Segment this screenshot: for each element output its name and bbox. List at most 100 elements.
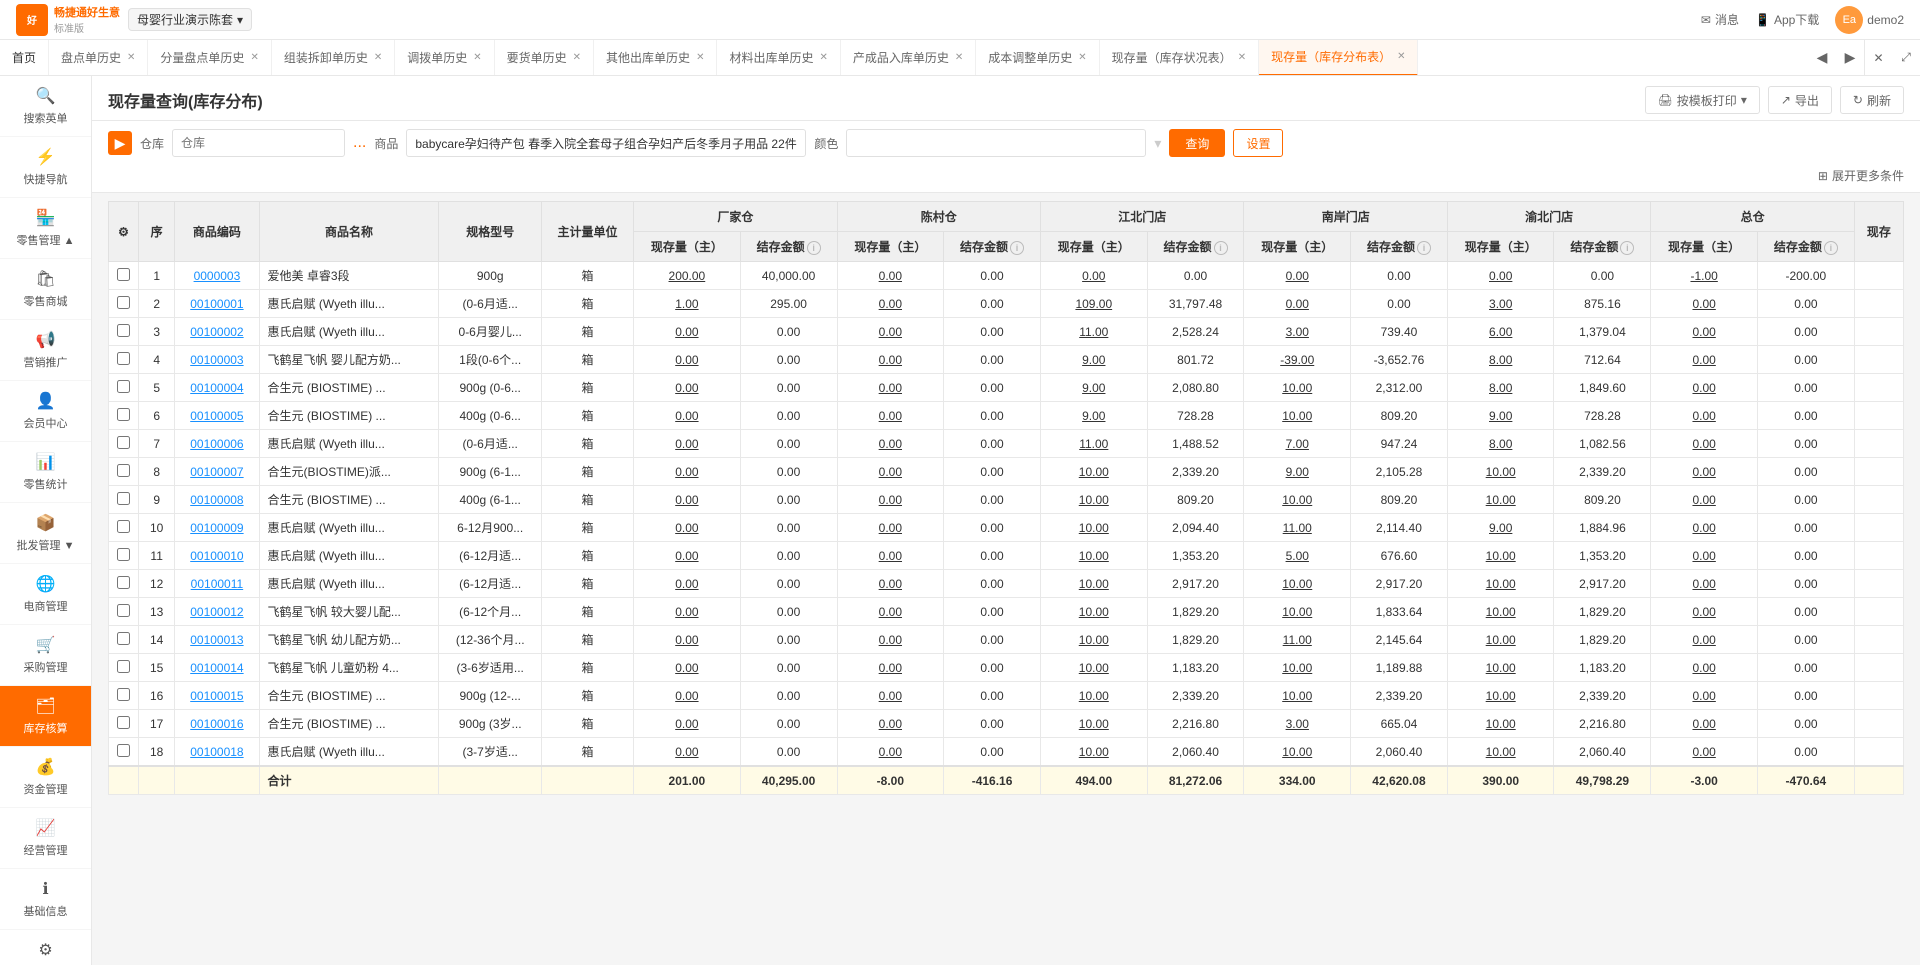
app-download-btn[interactable]: 📱 App下载 bbox=[1755, 11, 1819, 28]
sidebar-item-marketing[interactable]: 📢 营销推广 bbox=[0, 320, 91, 381]
cell-f-stock[interactable]: 1.00 bbox=[634, 290, 741, 318]
nav-prev-btn[interactable]: ◀ bbox=[1808, 40, 1836, 76]
info-icon[interactable]: i bbox=[1824, 241, 1838, 255]
cell-select[interactable] bbox=[109, 570, 139, 598]
cell-t-stock[interactable]: 0.00 bbox=[1651, 654, 1758, 682]
row-checkbox[interactable] bbox=[117, 744, 130, 757]
cell-yb-stock[interactable]: 8.00 bbox=[1447, 430, 1554, 458]
goods-input[interactable] bbox=[406, 129, 806, 157]
row-checkbox[interactable] bbox=[117, 268, 130, 281]
cell-select[interactable] bbox=[109, 290, 139, 318]
export-btn[interactable]: ↗ 导出 bbox=[1768, 86, 1832, 114]
cell-na-stock[interactable]: 5.00 bbox=[1244, 542, 1351, 570]
cell-c-stock[interactable]: 0.00 bbox=[837, 346, 944, 374]
tab-finished-in[interactable]: 产成品入库单历史 ✕ bbox=[841, 40, 976, 76]
cell-select[interactable] bbox=[109, 626, 139, 654]
cell-f-stock[interactable]: 0.00 bbox=[634, 430, 741, 458]
cell-jb-stock[interactable]: 10.00 bbox=[1041, 626, 1148, 654]
sidebar-item-wholesale[interactable]: 📦 批发管理 ▼ bbox=[0, 503, 91, 564]
cell-f-stock[interactable]: 200.00 bbox=[634, 262, 741, 290]
row-checkbox[interactable] bbox=[117, 408, 130, 421]
cell-jb-stock[interactable]: 10.00 bbox=[1041, 514, 1148, 542]
cell-jb-stock[interactable]: 10.00 bbox=[1041, 654, 1148, 682]
row-checkbox[interactable] bbox=[117, 296, 130, 309]
cell-code[interactable]: 00100008 bbox=[175, 486, 259, 514]
cell-select[interactable] bbox=[109, 402, 139, 430]
cell-f-stock[interactable]: 0.00 bbox=[634, 598, 741, 626]
close-icon[interactable]: ✕ bbox=[573, 52, 581, 63]
cell-t-stock[interactable]: 0.00 bbox=[1651, 346, 1758, 374]
cell-select[interactable] bbox=[109, 262, 139, 290]
cell-c-stock[interactable]: 0.00 bbox=[837, 598, 944, 626]
cell-c-stock[interactable]: 0.00 bbox=[837, 290, 944, 318]
close-icon[interactable]: ✕ bbox=[955, 52, 963, 63]
cell-yb-stock[interactable]: 10.00 bbox=[1447, 626, 1554, 654]
cell-yb-stock[interactable]: 10.00 bbox=[1447, 710, 1554, 738]
nav-close-all-btn[interactable]: ✕ bbox=[1864, 40, 1892, 76]
cell-yb-stock[interactable]: 10.00 bbox=[1447, 486, 1554, 514]
cell-code[interactable]: 00100018 bbox=[175, 738, 259, 767]
cell-yb-stock[interactable]: 8.00 bbox=[1447, 374, 1554, 402]
expand-conditions-btn[interactable]: ⊞ 展开更多条件 bbox=[1818, 167, 1904, 184]
warehouse-input[interactable] bbox=[172, 129, 345, 157]
cell-jb-stock[interactable]: 10.00 bbox=[1041, 542, 1148, 570]
cell-select[interactable] bbox=[109, 514, 139, 542]
tab-cost-adjust[interactable]: 成本调整单历史 ✕ bbox=[976, 40, 1099, 76]
cell-jb-stock[interactable]: 9.00 bbox=[1041, 374, 1148, 402]
sidebar-item-operation[interactable]: 📈 经营管理 bbox=[0, 808, 91, 869]
cell-t-stock[interactable]: 0.00 bbox=[1651, 374, 1758, 402]
cell-yb-stock[interactable]: 9.00 bbox=[1447, 514, 1554, 542]
cell-t-stock[interactable]: 0.00 bbox=[1651, 570, 1758, 598]
cell-t-stock[interactable]: 0.00 bbox=[1651, 682, 1758, 710]
cell-select[interactable] bbox=[109, 710, 139, 738]
cell-t-stock[interactable]: 0.00 bbox=[1651, 290, 1758, 318]
sidebar-item-member[interactable]: 👤 会员中心 bbox=[0, 381, 91, 442]
close-icon[interactable]: ✕ bbox=[250, 52, 258, 63]
cell-f-stock[interactable]: 0.00 bbox=[634, 514, 741, 542]
cell-f-stock[interactable]: 0.00 bbox=[634, 486, 741, 514]
print-btn[interactable]: 🖨 按模板打印 ▾ bbox=[1645, 86, 1760, 114]
cell-yb-stock[interactable]: 10.00 bbox=[1447, 738, 1554, 767]
close-icon[interactable]: ✕ bbox=[473, 52, 481, 63]
cell-code[interactable]: 00100004 bbox=[175, 374, 259, 402]
cell-jb-stock[interactable]: 11.00 bbox=[1041, 318, 1148, 346]
cell-jb-stock[interactable]: 10.00 bbox=[1041, 738, 1148, 767]
cell-f-stock[interactable]: 0.00 bbox=[634, 654, 741, 682]
close-icon[interactable]: ✕ bbox=[819, 52, 827, 63]
tab-material-out[interactable]: 材料出库单历史 ✕ bbox=[717, 40, 840, 76]
cell-t-stock[interactable]: 0.00 bbox=[1651, 486, 1758, 514]
row-checkbox[interactable] bbox=[117, 324, 130, 337]
sidebar-item-search[interactable]: 🔍 搜索英单 bbox=[0, 76, 91, 137]
cell-t-stock[interactable]: 0.00 bbox=[1651, 318, 1758, 346]
info-icon[interactable]: i bbox=[1010, 241, 1024, 255]
cell-na-stock[interactable]: 11.00 bbox=[1244, 514, 1351, 542]
cell-jb-stock[interactable]: 10.00 bbox=[1041, 598, 1148, 626]
cell-yb-stock[interactable]: 10.00 bbox=[1447, 654, 1554, 682]
user-area[interactable]: Ea demo2 bbox=[1835, 6, 1904, 34]
cell-jb-stock[interactable]: 10.00 bbox=[1041, 682, 1148, 710]
info-icon[interactable]: i bbox=[1417, 241, 1431, 255]
cell-code[interactable]: 00100002 bbox=[175, 318, 259, 346]
cell-jb-stock[interactable]: 9.00 bbox=[1041, 346, 1148, 374]
cell-c-stock[interactable]: 0.00 bbox=[837, 626, 944, 654]
cell-select[interactable] bbox=[109, 682, 139, 710]
cell-na-stock[interactable]: 7.00 bbox=[1244, 430, 1351, 458]
tab-outbound[interactable]: 其他出库单历史 ✕ bbox=[594, 40, 717, 76]
row-checkbox[interactable] bbox=[117, 464, 130, 477]
cell-code[interactable]: 00100015 bbox=[175, 682, 259, 710]
cell-na-stock[interactable]: 10.00 bbox=[1244, 570, 1351, 598]
cell-c-stock[interactable]: 0.00 bbox=[837, 374, 944, 402]
cell-f-stock[interactable]: 0.00 bbox=[634, 682, 741, 710]
row-checkbox[interactable] bbox=[117, 520, 130, 533]
cell-c-stock[interactable]: 0.00 bbox=[837, 542, 944, 570]
cell-f-stock[interactable]: 0.00 bbox=[634, 374, 741, 402]
sidebar-item-inventory[interactable]: 🗂 库存核算 bbox=[0, 686, 91, 747]
cell-f-stock[interactable]: 0.00 bbox=[634, 346, 741, 374]
cell-select[interactable] bbox=[109, 430, 139, 458]
cell-code[interactable]: 00100010 bbox=[175, 542, 259, 570]
cell-yb-stock[interactable]: 0.00 bbox=[1447, 262, 1554, 290]
cell-c-stock[interactable]: 0.00 bbox=[837, 570, 944, 598]
cell-t-stock[interactable]: 0.00 bbox=[1651, 710, 1758, 738]
tab-assembly[interactable]: 组装拆卸单历史 ✕ bbox=[272, 40, 395, 76]
cell-c-stock[interactable]: 0.00 bbox=[837, 682, 944, 710]
